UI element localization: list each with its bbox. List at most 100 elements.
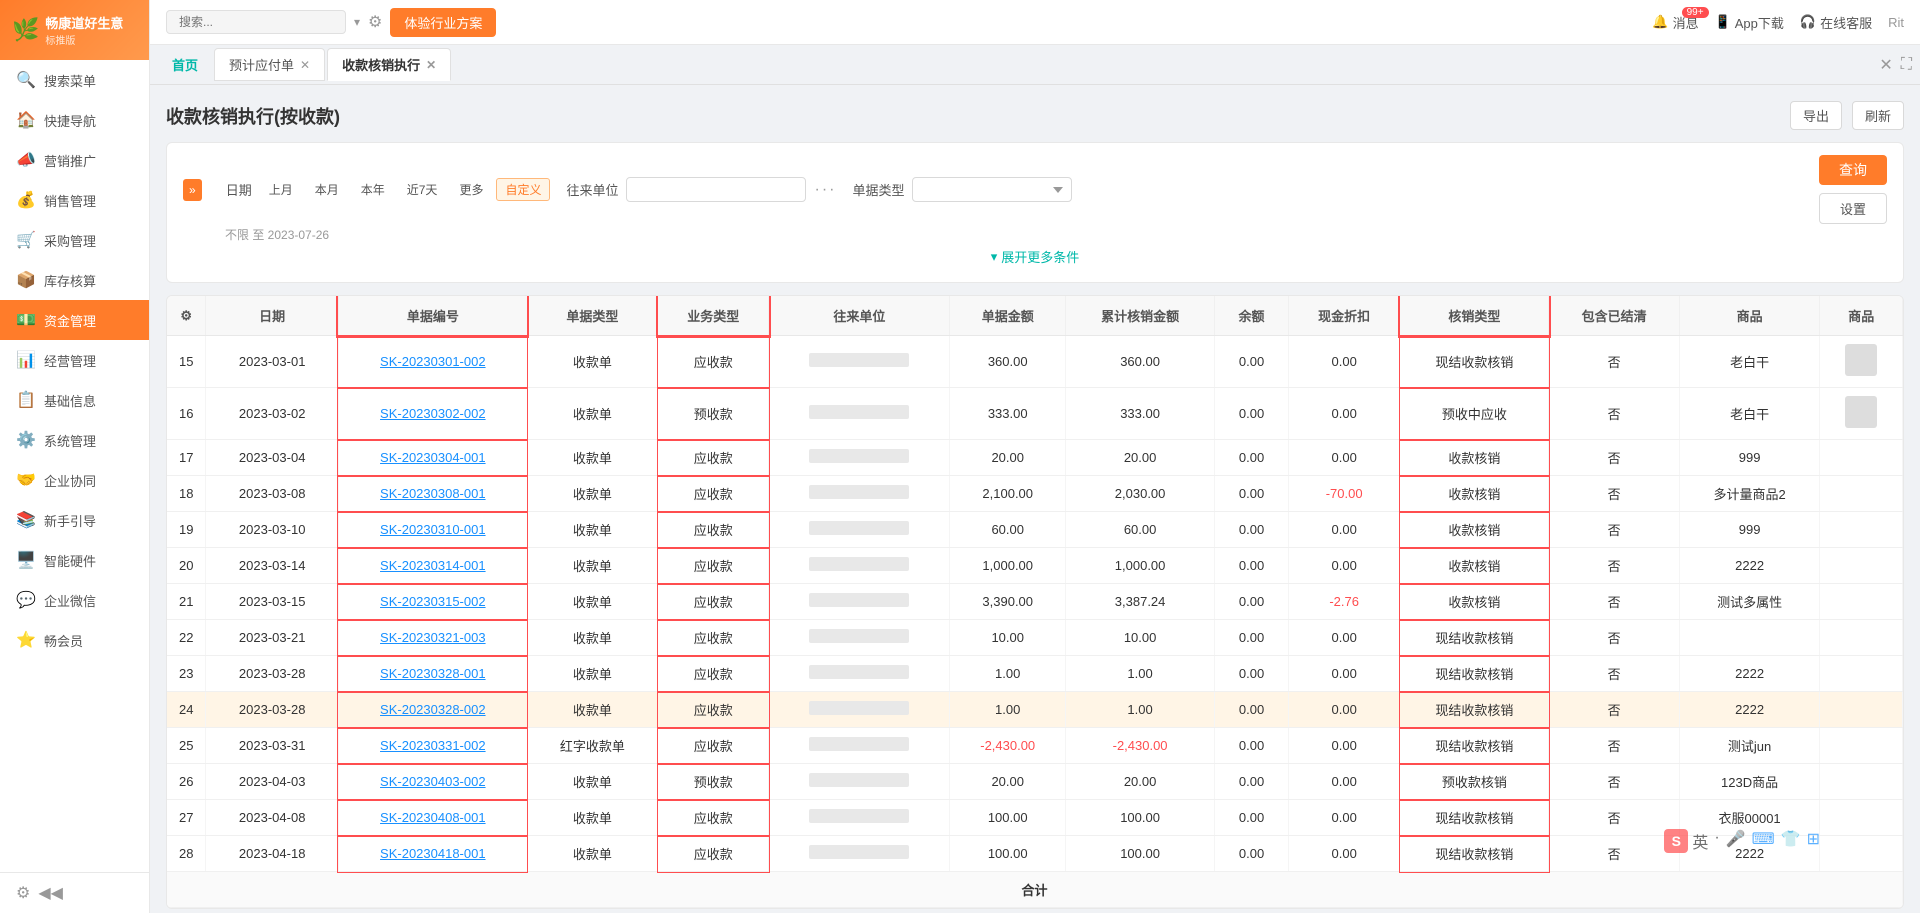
settings-col-icon[interactable]: ⚙: [180, 308, 192, 323]
sidebar-item-basic[interactable]: 📋 基础信息: [0, 380, 149, 420]
tabbar-expand-icon[interactable]: ⛶: [1901, 56, 1912, 74]
cell-doc-no[interactable]: SK-20230331-002: [338, 728, 527, 764]
doc-no-link[interactable]: SK-20230331-002: [380, 738, 486, 753]
doc-no-link[interactable]: SK-20230328-002: [380, 702, 486, 717]
doc-no-link[interactable]: SK-20230403-002: [380, 774, 486, 789]
table-row[interactable]: 26 2023-04-03 SK-20230403-002 收款单 预收款 20…: [167, 764, 1903, 800]
topbar-dropdown-arrow[interactable]: ▾: [354, 15, 360, 29]
sidebar-item-member[interactable]: ⭐ 畅会员: [0, 620, 149, 660]
cell-doc-no[interactable]: SK-20230328-001: [338, 656, 527, 692]
topbar-solution-button[interactable]: 体验行业方案: [390, 8, 496, 37]
sidebar-item-capital[interactable]: 💵 资金管理: [0, 300, 149, 340]
table-row[interactable]: 22 2023-03-21 SK-20230321-003 收款单 应收款 10…: [167, 620, 1903, 656]
filter-expand-more[interactable]: ▾ 展开更多条件: [183, 247, 1887, 266]
sidebar-collapse-btn[interactable]: ◀◀: [38, 883, 63, 903]
th-balance[interactable]: 余额: [1215, 296, 1289, 336]
receipt-type-select[interactable]: [912, 177, 1072, 202]
partner-input[interactable]: [626, 177, 806, 202]
th-settings[interactable]: ⚙: [167, 296, 206, 336]
sidebar-item-system[interactable]: ⚙️ 系统管理: [0, 420, 149, 460]
tab-close-collection[interactable]: ✕: [426, 58, 436, 72]
sidebar-item-wechat[interactable]: 💬 企业微信: [0, 580, 149, 620]
table-row[interactable]: 23 2023-03-28 SK-20230328-001 收款单 应收款 1.…: [167, 656, 1903, 692]
doc-no-link[interactable]: SK-20230315-002: [380, 594, 486, 609]
cell-doc-no[interactable]: SK-20230308-001: [338, 476, 527, 512]
cell-doc-no[interactable]: SK-20230314-001: [338, 548, 527, 584]
th-cum-amount[interactable]: 累计核销金额: [1066, 296, 1215, 336]
cell-doc-no[interactable]: SK-20230418-001: [338, 836, 527, 872]
table-row[interactable]: 17 2023-03-04 SK-20230304-001 收款单 应收款 20…: [167, 440, 1903, 476]
sidebar-item-sales[interactable]: 💰 销售管理: [0, 180, 149, 220]
table-row[interactable]: 20 2023-03-14 SK-20230314-001 收款单 应收款 1,…: [167, 548, 1903, 584]
settings-button[interactable]: 设置: [1819, 193, 1887, 224]
cell-doc-no[interactable]: SK-20230408-001: [338, 800, 527, 836]
table-row[interactable]: 25 2023-03-31 SK-20230331-002 红字收款单 应收款 …: [167, 728, 1903, 764]
cell-doc-no[interactable]: SK-20230321-003: [338, 620, 527, 656]
doc-no-link[interactable]: SK-20230328-001: [380, 666, 486, 681]
date-btn-more[interactable]: 更多: [450, 178, 492, 201]
th-included[interactable]: 包含已结清: [1549, 296, 1679, 336]
filter-expand-button[interactable]: »: [183, 179, 202, 201]
th-biz-type[interactable]: 业务类型: [658, 296, 769, 336]
doc-no-link[interactable]: SK-20230418-001: [380, 846, 486, 861]
doc-no-link[interactable]: SK-20230301-002: [380, 354, 486, 369]
date-btn-custom[interactable]: 自定义: [496, 178, 550, 201]
th-product2[interactable]: 商品: [1820, 296, 1903, 336]
cell-doc-no[interactable]: SK-20230403-002: [338, 764, 527, 800]
th-partner[interactable]: 往来单位: [769, 296, 950, 336]
table-row[interactable]: 27 2023-04-08 SK-20230408-001 收款单 应收款 10…: [167, 800, 1903, 836]
sidebar-item-search[interactable]: 🔍 搜索菜单: [0, 60, 149, 100]
topbar-messages[interactable]: 🔔 消息 99+: [1652, 13, 1698, 32]
refresh-button[interactable]: 刷新: [1852, 101, 1904, 130]
date-btn-7days[interactable]: 近7天: [398, 178, 447, 201]
cell-doc-no[interactable]: SK-20230301-002: [338, 336, 527, 388]
cell-doc-no[interactable]: SK-20230302-002: [338, 388, 527, 440]
table-row[interactable]: 18 2023-03-08 SK-20230308-001 收款单 应收款 2,…: [167, 476, 1903, 512]
th-amount[interactable]: 单据金额: [950, 296, 1066, 336]
cell-doc-no[interactable]: SK-20230315-002: [338, 584, 527, 620]
sidebar-item-quick-nav[interactable]: 🏠 快捷导航: [0, 100, 149, 140]
table-row[interactable]: 16 2023-03-02 SK-20230302-002 收款单 预收款 33…: [167, 388, 1903, 440]
topbar-online-service[interactable]: 🎧 在线客服: [1800, 13, 1872, 32]
table-row[interactable]: 28 2023-04-18 SK-20230418-001 收款单 应收款 10…: [167, 836, 1903, 872]
export-button[interactable]: 导出: [1790, 101, 1842, 130]
cell-doc-no[interactable]: SK-20230328-002: [338, 692, 527, 728]
date-btn-this-month[interactable]: 本月: [306, 178, 348, 201]
filter-dots[interactable]: ···: [814, 181, 836, 199]
sidebar-item-guide[interactable]: 📚 新手引导: [0, 500, 149, 540]
doc-no-link[interactable]: SK-20230408-001: [380, 810, 486, 825]
table-row[interactable]: 24 2023-03-28 SK-20230328-002 收款单 应收款 1.…: [167, 692, 1903, 728]
topbar-app-download[interactable]: 📱 App下载: [1715, 13, 1784, 32]
tab-close-prepay[interactable]: ✕: [300, 58, 310, 72]
th-doc-no[interactable]: 单据编号: [338, 296, 527, 336]
cell-doc-no[interactable]: SK-20230310-001: [338, 512, 527, 548]
doc-no-link[interactable]: SK-20230302-002: [380, 406, 486, 421]
th-product1[interactable]: 商品: [1679, 296, 1820, 336]
table-row[interactable]: 21 2023-03-15 SK-20230315-002 收款单 应收款 3,…: [167, 584, 1903, 620]
topbar-user[interactable]: Rit: [1888, 15, 1904, 30]
table-row[interactable]: 15 2023-03-01 SK-20230301-002 收款单 应收款 36…: [167, 336, 1903, 388]
sidebar-item-inventory[interactable]: 📦 库存核算: [0, 260, 149, 300]
tab-collection[interactable]: 收款核销执行 ✕: [327, 48, 451, 81]
th-discount[interactable]: 现金折扣: [1288, 296, 1399, 336]
topbar-search-input[interactable]: [166, 10, 346, 34]
cell-doc-no[interactable]: SK-20230304-001: [338, 440, 527, 476]
doc-no-link[interactable]: SK-20230314-001: [380, 558, 486, 573]
sidebar-settings-btn[interactable]: ⚙: [16, 883, 30, 903]
date-btn-last-month[interactable]: 上月: [260, 178, 302, 201]
doc-no-link[interactable]: SK-20230308-001: [380, 486, 486, 501]
date-btn-this-year[interactable]: 本年: [352, 178, 394, 201]
table-row[interactable]: 19 2023-03-10 SK-20230310-001 收款单 应收款 60…: [167, 512, 1903, 548]
sidebar-item-purchase[interactable]: 🛒 采购管理: [0, 220, 149, 260]
topbar-settings-icon[interactable]: ⚙: [368, 12, 382, 32]
sidebar-item-hardware[interactable]: 🖥️ 智能硬件: [0, 540, 149, 580]
sidebar-item-marketing[interactable]: 📣 营销推广: [0, 140, 149, 180]
th-doc-type[interactable]: 单据类型: [527, 296, 657, 336]
doc-no-link[interactable]: SK-20230321-003: [380, 630, 486, 645]
th-date[interactable]: 日期: [206, 296, 338, 336]
tab-home[interactable]: 首页: [158, 49, 212, 80]
tabbar-close-all[interactable]: ✕: [1879, 55, 1892, 75]
doc-no-link[interactable]: SK-20230304-001: [380, 450, 486, 465]
th-cancel-type[interactable]: 核销类型: [1400, 296, 1549, 336]
tab-prepay[interactable]: 预计应付单 ✕: [214, 48, 325, 81]
